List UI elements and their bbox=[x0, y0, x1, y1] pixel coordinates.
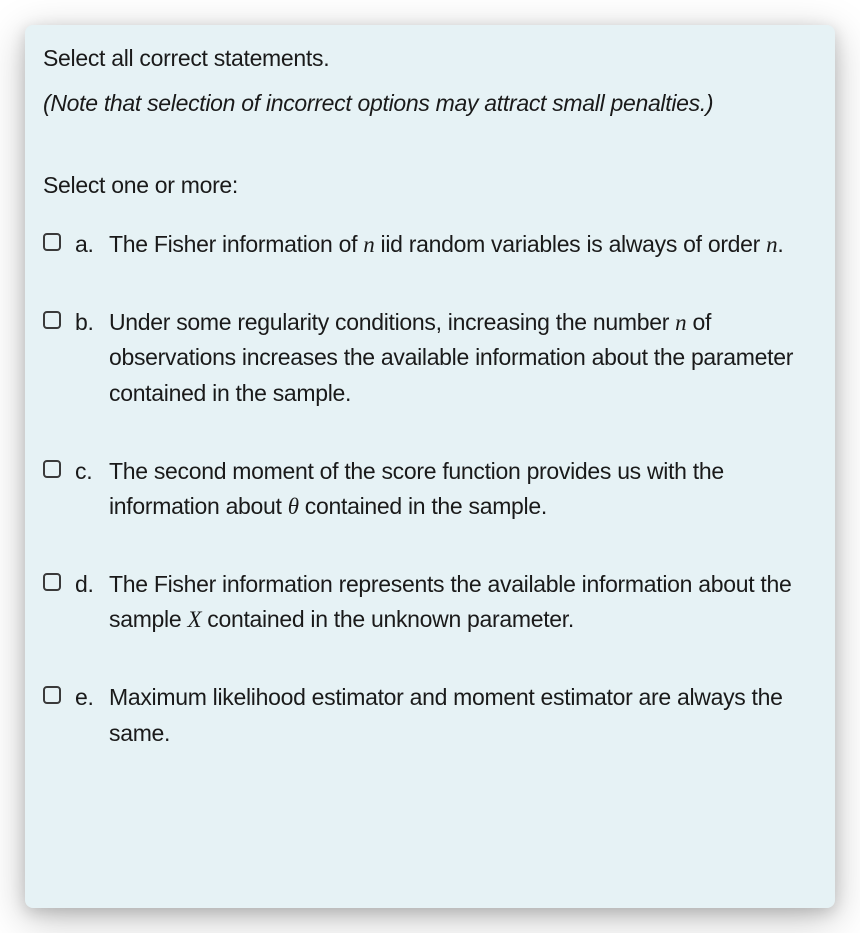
checkbox-b[interactable] bbox=[43, 311, 61, 329]
text-segment: iid random variables is always of order bbox=[374, 231, 766, 257]
checkbox-c[interactable] bbox=[43, 460, 61, 478]
text-segment: contained in the sample. bbox=[299, 493, 547, 519]
option-letter: e. bbox=[75, 680, 107, 716]
option-letter: b. bbox=[75, 305, 107, 341]
checkbox-d[interactable] bbox=[43, 573, 61, 591]
option-letter: d. bbox=[75, 567, 107, 603]
option-text: The Fisher information of n iid random v… bbox=[109, 227, 817, 263]
math-var: n bbox=[675, 310, 686, 335]
option-text: The second moment of the score function … bbox=[109, 454, 817, 525]
text-segment: Maximum likelihood estimator and moment … bbox=[109, 684, 783, 746]
text-segment: The Fisher information of bbox=[109, 231, 363, 257]
text-segment: Under some regularity conditions, increa… bbox=[109, 309, 675, 335]
math-var: θ bbox=[288, 494, 299, 519]
question-prompt: Select all correct statements. bbox=[43, 45, 817, 72]
option-a: a. The Fisher information of n iid rando… bbox=[43, 227, 817, 263]
select-instruction: Select one or more: bbox=[43, 172, 817, 199]
option-text: Under some regularity conditions, increa… bbox=[109, 305, 817, 412]
option-letter: c. bbox=[75, 454, 107, 490]
option-c: c. The second moment of the score functi… bbox=[43, 454, 817, 525]
checkbox-e[interactable] bbox=[43, 686, 61, 704]
math-var: n bbox=[363, 232, 374, 257]
text-segment: . bbox=[777, 231, 783, 257]
math-var: X bbox=[187, 607, 201, 632]
options-list: a. The Fisher information of n iid rando… bbox=[43, 227, 817, 751]
checkbox-a[interactable] bbox=[43, 233, 61, 251]
question-note: (Note that selection of incorrect option… bbox=[43, 90, 817, 117]
option-e: e. Maximum likelihood estimator and mome… bbox=[43, 680, 817, 751]
option-d: d. The Fisher information represents the… bbox=[43, 567, 817, 638]
math-var: n bbox=[766, 232, 777, 257]
option-text: The Fisher information represents the av… bbox=[109, 567, 817, 638]
question-card: Select all correct statements. (Note tha… bbox=[25, 25, 835, 908]
option-text: Maximum likelihood estimator and moment … bbox=[109, 680, 817, 751]
option-b: b. Under some regularity conditions, inc… bbox=[43, 305, 817, 412]
option-letter: a. bbox=[75, 227, 107, 263]
text-segment: contained in the unknown parameter. bbox=[201, 606, 574, 632]
